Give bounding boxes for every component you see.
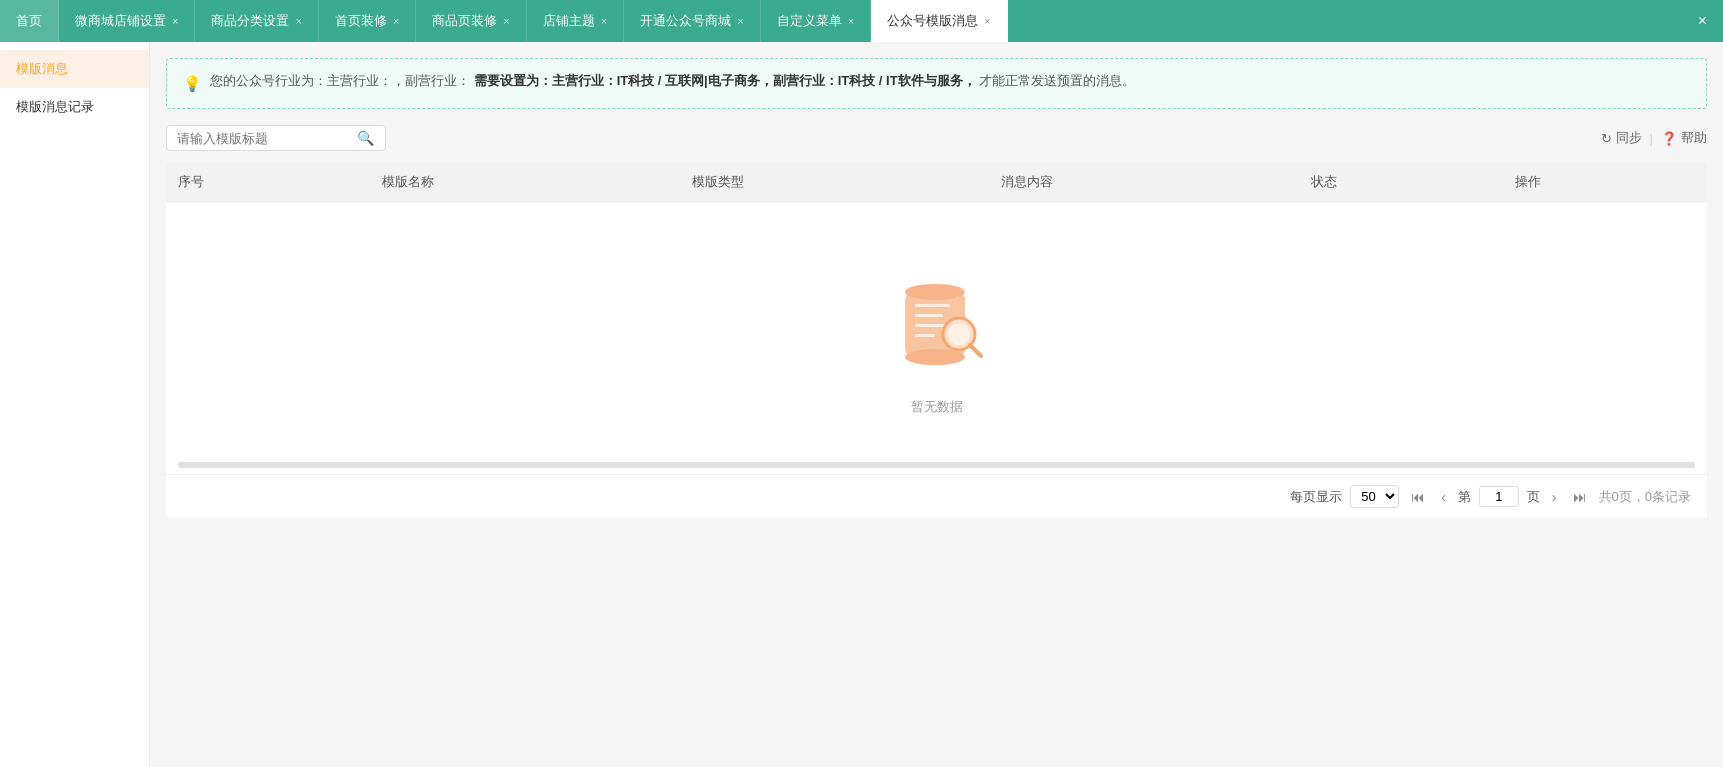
svg-point-9: [948, 323, 970, 345]
help-icon: ❓: [1661, 131, 1677, 146]
pagination-total: 共0页，0条记录: [1599, 488, 1691, 506]
toolbar-right: ↻ 同步 | ❓ 帮助: [1601, 129, 1707, 147]
first-page-btn[interactable]: ⏮: [1407, 487, 1429, 507]
next-page-btn[interactable]: ›: [1548, 487, 1561, 507]
svg-point-2: [905, 284, 965, 300]
nav-tab-close-4[interactable]: ×: [503, 15, 509, 27]
svg-point-3: [905, 349, 965, 365]
data-table: 序号模版名称模版类型消息内容状态操作: [166, 163, 1707, 202]
search-input-wrap[interactable]: 🔍: [166, 125, 386, 151]
help-button[interactable]: ❓ 帮助: [1661, 129, 1707, 147]
nav-tab-close-1[interactable]: ×: [172, 15, 178, 27]
notice-highlight-text: 需要设置为：主营行业：IT科技 / 互联网|电子商务，副营行业：IT科技 / I…: [474, 73, 976, 88]
table-col-1: 模版名称: [370, 163, 680, 202]
empty-state: 暂无数据: [166, 202, 1707, 456]
nav-tab-close-2[interactable]: ×: [295, 15, 301, 27]
empty-state-icon: [877, 262, 997, 382]
nav-tab-label-8: 公众号模版消息: [887, 12, 978, 30]
scrollbar-track[interactable]: [178, 462, 1695, 468]
sidebar-item-0[interactable]: 模版消息: [0, 50, 149, 88]
nav-tab-0[interactable]: 首页: [0, 0, 59, 42]
table-col-0: 序号: [166, 163, 370, 202]
svg-line-10: [970, 345, 981, 356]
table-header-row: 序号模版名称模版类型消息内容状态操作: [166, 163, 1707, 202]
sync-icon: ↻: [1601, 131, 1612, 146]
page-unit: 页: [1527, 488, 1540, 506]
nav-tab-7[interactable]: 自定义菜单 ×: [761, 0, 871, 42]
table-col-3: 消息内容: [989, 163, 1299, 202]
page-label: 第: [1458, 488, 1471, 506]
nav-tab-2[interactable]: 商品分类设置 ×: [195, 0, 318, 42]
nav-tab-label-1: 微商城店铺设置: [75, 12, 166, 30]
sync-label: 同步: [1616, 129, 1642, 147]
top-nav: 首页微商城店铺设置×商品分类设置×首页装修×商品页装修×店铺主题×开通公众号商城…: [0, 0, 1723, 42]
content-area: 💡 您的公众号行业为：主营行业：，副营行业： 需要设置为：主营行业：IT科技 /…: [150, 42, 1723, 767]
nav-tab-5[interactable]: 店铺主题 ×: [527, 0, 624, 42]
sidebar-item-1[interactable]: 模版消息记录: [0, 88, 149, 126]
nav-tab-close-6[interactable]: ×: [737, 15, 743, 27]
svg-rect-4: [915, 304, 950, 307]
global-close-btn[interactable]: ×: [1682, 12, 1723, 30]
svg-rect-5: [915, 314, 943, 317]
search-input[interactable]: [177, 131, 357, 146]
nav-tab-label-6: 开通公众号商城: [640, 12, 731, 30]
nav-tab-label-3: 首页装修: [335, 12, 387, 30]
empty-icon-container: [166, 262, 1707, 382]
last-page-btn[interactable]: ⏭: [1569, 487, 1591, 507]
toolbar-divider: |: [1650, 131, 1653, 146]
nav-tab-label-7: 自定义菜单: [777, 12, 842, 30]
nav-tab-6[interactable]: 开通公众号商城 ×: [624, 0, 760, 42]
nav-tab-label-4: 商品页装修: [432, 12, 497, 30]
per-page-label: 每页显示: [1290, 488, 1342, 506]
empty-text: 暂无数据: [166, 398, 1707, 416]
nav-tab-4[interactable]: 商品页装修 ×: [416, 0, 526, 42]
main-layout: 模版消息模版消息记录 💡 您的公众号行业为：主营行业：，副营行业： 需要设置为：…: [0, 42, 1723, 767]
per-page-select[interactable]: 50: [1350, 485, 1399, 508]
notice-bulb-icon: 💡: [183, 72, 202, 96]
notice-text: 您的公众号行业为：主营行业：，副营行业： 需要设置为：主营行业：IT科技 / 互…: [210, 71, 1135, 92]
table-col-5: 操作: [1503, 163, 1707, 202]
nav-tab-1[interactable]: 微商城店铺设置 ×: [59, 0, 195, 42]
nav-tab-close-8[interactable]: ×: [984, 15, 990, 27]
nav-tab-label-0: 首页: [16, 12, 42, 30]
svg-rect-6: [915, 324, 947, 327]
sync-button[interactable]: ↻ 同步: [1601, 129, 1642, 147]
scrollbar-row[interactable]: [166, 456, 1707, 474]
table-col-2: 模版类型: [680, 163, 990, 202]
notice-box: 💡 您的公众号行业为：主营行业：，副营行业： 需要设置为：主营行业：IT科技 /…: [166, 58, 1707, 109]
nav-tab-close-3[interactable]: ×: [393, 15, 399, 27]
help-label: 帮助: [1681, 129, 1707, 147]
table-col-4: 状态: [1299, 163, 1503, 202]
nav-tab-label-5: 店铺主题: [543, 12, 595, 30]
prev-page-btn[interactable]: ‹: [1437, 487, 1450, 507]
nav-tab-close-5[interactable]: ×: [601, 15, 607, 27]
nav-tab-close-7[interactable]: ×: [848, 15, 854, 27]
sidebar: 模版消息模版消息记录: [0, 42, 150, 767]
toolbar: 🔍 ↻ 同步 | ❓ 帮助: [166, 125, 1707, 151]
nav-tab-8[interactable]: 公众号模版消息 ×: [871, 0, 1007, 42]
search-icon[interactable]: 🔍: [357, 130, 374, 146]
nav-tab-3[interactable]: 首页装修 ×: [319, 0, 416, 42]
svg-rect-7: [915, 334, 935, 337]
nav-tab-label-2: 商品分类设置: [211, 12, 289, 30]
page-input[interactable]: 1: [1479, 486, 1519, 507]
pagination-bar: 每页显示 50 ⏮ ‹ 第 1 页 › ⏭ 共0页，0条记录: [166, 474, 1707, 518]
